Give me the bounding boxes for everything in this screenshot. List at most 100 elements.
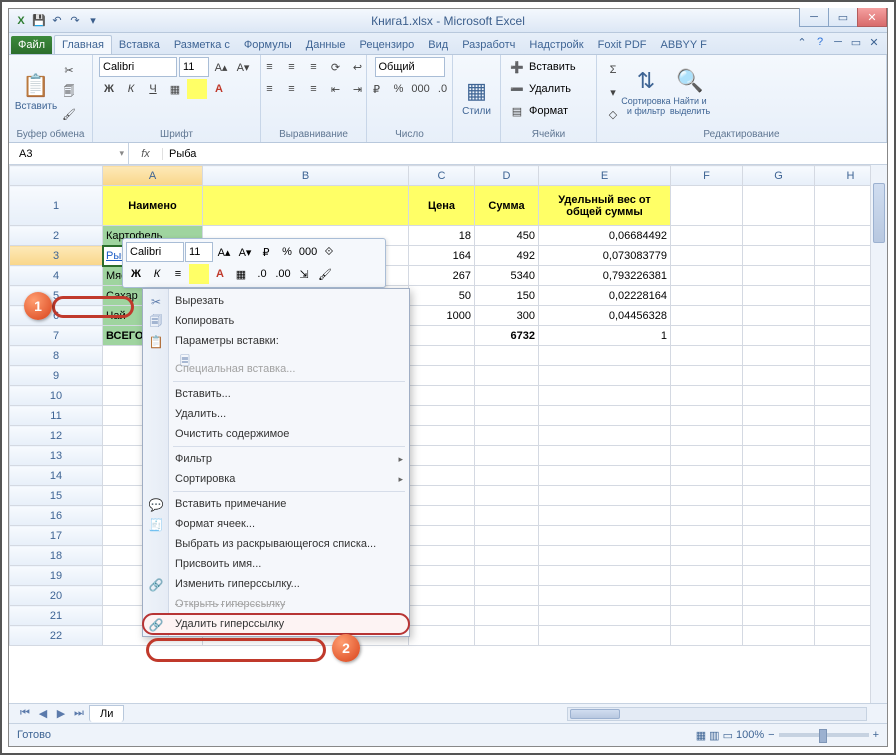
tab-formulas[interactable]: Формулы	[237, 36, 299, 54]
border-icon[interactable]: ▦	[165, 79, 185, 99]
sheet-nav-last[interactable]: ⏭	[71, 706, 87, 722]
doc-min-icon[interactable]: ─	[831, 36, 845, 50]
format-painter-icon[interactable]: 🖌	[59, 104, 79, 124]
format-cells-icon[interactable]: ▤	[507, 101, 527, 121]
clear-icon[interactable]: ◇	[603, 104, 623, 124]
mini-inc-icon[interactable]: .00	[273, 264, 293, 284]
tab-view[interactable]: Вид	[421, 36, 455, 54]
insert-cells-icon[interactable]: ➕	[507, 57, 527, 77]
align-mid-icon[interactable]: ≡	[282, 57, 302, 77]
ctx-paste-option-1[interactable]: 🗏	[143, 351, 409, 359]
tab-layout[interactable]: Разметка с	[167, 36, 237, 54]
cell-D5[interactable]: 150	[475, 286, 539, 306]
formula-input[interactable]: Рыба	[163, 148, 196, 160]
mini-dec-icon[interactable]: .0	[252, 264, 272, 284]
bold-button[interactable]: Ж	[99, 79, 119, 99]
cell-C1[interactable]: Цена	[409, 186, 475, 226]
autosum-icon[interactable]: Σ	[603, 60, 623, 80]
row-header-2[interactable]: 2	[10, 226, 103, 246]
mini-shrink-icon[interactable]: A▾	[235, 242, 255, 262]
row-header-20[interactable]: 20	[10, 586, 103, 606]
orientation-icon[interactable]: ⟳	[326, 57, 346, 77]
cell-C5[interactable]: 50	[409, 286, 475, 306]
col-header-F[interactable]: F	[671, 166, 743, 186]
cell-C4[interactable]: 267	[409, 266, 475, 286]
tab-dev[interactable]: Разработч	[455, 36, 522, 54]
undo-icon[interactable]: ↶	[49, 13, 65, 29]
col-header-D[interactable]: D	[475, 166, 539, 186]
row-header-14[interactable]: 14	[10, 466, 103, 486]
row-header-15[interactable]: 15	[10, 486, 103, 506]
underline-button[interactable]: Ч	[143, 79, 163, 99]
ctx-delete-hyperlink[interactable]: 🔗Удалить гиперссылку	[143, 614, 409, 634]
mini-grow-icon[interactable]: A▴	[214, 242, 234, 262]
delete-cells-icon[interactable]: ➖	[507, 79, 527, 99]
row-header-9[interactable]: 9	[10, 366, 103, 386]
align-left-icon[interactable]: ≡	[260, 79, 280, 99]
row-header-11[interactable]: 11	[10, 406, 103, 426]
row-header-12[interactable]: 12	[10, 426, 103, 446]
view-normal-icon[interactable]: ▦	[696, 729, 706, 742]
close-button[interactable]: ✕	[857, 8, 887, 27]
ctx-edit-hyperlink[interactable]: 🔗Изменить гиперссылку...	[143, 574, 409, 594]
doc-restore-icon[interactable]: ▭	[849, 36, 863, 50]
col-header-E[interactable]: E	[539, 166, 671, 186]
ctx-copy[interactable]: 🗐Копировать	[143, 311, 409, 331]
mini-percent-icon[interactable]: %	[277, 242, 297, 262]
row-header-1[interactable]: 1	[10, 186, 103, 226]
ctx-cut[interactable]: ✂Вырезать	[143, 291, 409, 311]
styles-button[interactable]: ▦ Стили	[459, 66, 494, 130]
view-break-icon[interactable]: ▭	[723, 729, 733, 742]
ctx-insert[interactable]: Вставить...	[143, 384, 409, 404]
sort-filter-button[interactable]: ⇅ Сортировка и фильтр	[625, 60, 667, 124]
cell-C2[interactable]: 18	[409, 226, 475, 246]
align-right-icon[interactable]: ≡	[304, 79, 324, 99]
mini-bold[interactable]: Ж	[126, 264, 146, 284]
font-color-icon[interactable]: A	[209, 79, 229, 99]
row-header-3[interactable]: 3	[10, 246, 103, 266]
cell-B1[interactable]	[203, 186, 409, 226]
shrink-font-icon[interactable]: A▾	[233, 57, 253, 77]
sheet-nav-first[interactable]: ⏮	[17, 706, 33, 722]
align-top-icon[interactable]: ≡	[260, 57, 280, 77]
italic-button[interactable]: К	[121, 79, 141, 99]
number-format-combo[interactable]: Общий	[375, 57, 445, 77]
tab-review[interactable]: Рецензиро	[353, 36, 422, 54]
redo-icon[interactable]: ↷	[67, 13, 83, 29]
cut-icon[interactable]: ✂	[59, 60, 79, 80]
sheet-tab-1[interactable]: Ли	[89, 705, 124, 722]
cell-C6[interactable]: 1000	[409, 306, 475, 326]
row-header-13[interactable]: 13	[10, 446, 103, 466]
cell-E7[interactable]: 1	[539, 326, 671, 346]
mini-italic[interactable]: К	[147, 264, 167, 284]
help-icon[interactable]: ?	[813, 36, 827, 50]
sheet-nav-next[interactable]: ▶	[53, 706, 69, 722]
ctx-format-cells[interactable]: 🧾Формат ячеек...	[143, 514, 409, 534]
comma-icon[interactable]: 000	[411, 79, 431, 99]
maximize-button[interactable]: ▭	[828, 8, 858, 27]
zoom-slider[interactable]	[779, 733, 869, 737]
fill-icon[interactable]: ▾	[603, 82, 623, 102]
mini-painter-icon[interactable]: 🖌	[315, 264, 335, 284]
fx-icon[interactable]: fx	[129, 148, 163, 160]
mini-font-combo[interactable]: Calibri	[126, 242, 184, 262]
horizontal-scrollbar[interactable]	[567, 707, 867, 721]
cell-D1[interactable]: Сумма	[475, 186, 539, 226]
tab-file[interactable]: Файл	[11, 36, 52, 54]
indent-inc-icon[interactable]: ⇥	[348, 79, 368, 99]
name-box[interactable]: A3	[9, 143, 129, 164]
align-bot-icon[interactable]: ≡	[304, 57, 324, 77]
save-icon[interactable]: 💾	[31, 13, 47, 29]
find-select-button[interactable]: 🔍 Найти и выделить	[669, 60, 711, 124]
minimize-button[interactable]: ─	[799, 8, 829, 27]
zoom-out-icon[interactable]: −	[768, 729, 774, 741]
tab-data[interactable]: Данные	[299, 36, 353, 54]
row-header-10[interactable]: 10	[10, 386, 103, 406]
cell-E3[interactable]: 0,073083779	[539, 246, 671, 266]
cell-D6[interactable]: 300	[475, 306, 539, 326]
mini-font-color-icon[interactable]: A	[210, 264, 230, 284]
row-header-17[interactable]: 17	[10, 526, 103, 546]
tab-foxit[interactable]: Foxit PDF	[591, 36, 654, 54]
row-header-16[interactable]: 16	[10, 506, 103, 526]
cell-D2[interactable]: 450	[475, 226, 539, 246]
